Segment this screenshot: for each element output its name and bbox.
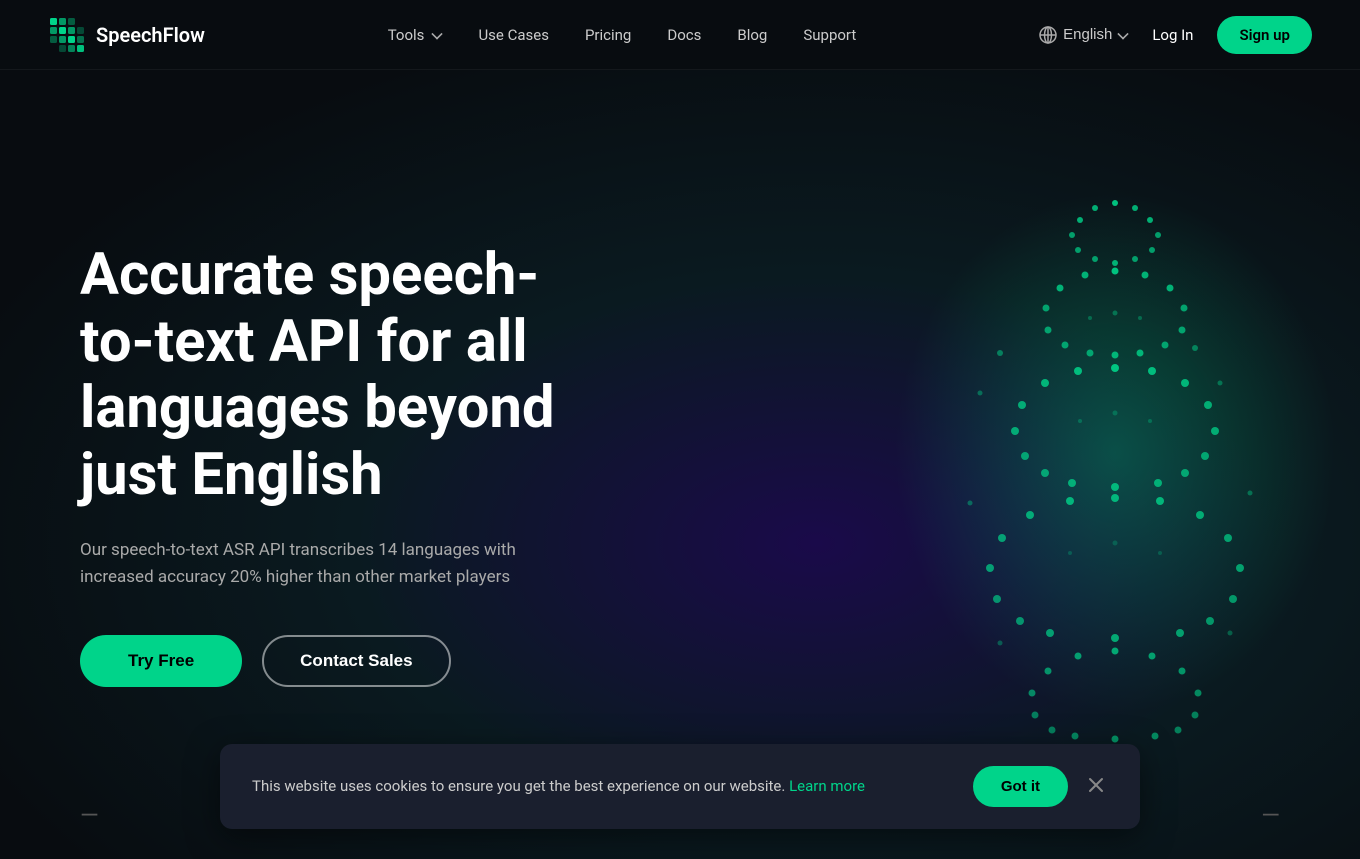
- learn-more-link[interactable]: Learn more: [789, 777, 865, 795]
- globe-icon: [1039, 26, 1057, 44]
- language-chevron-icon: [1118, 28, 1129, 39]
- spiral-dots-illustration: [840, 153, 1360, 753]
- hero-visual: [840, 153, 1360, 753]
- contact-sales-button[interactable]: Contact Sales: [262, 635, 450, 687]
- language-selector[interactable]: English: [1039, 26, 1128, 44]
- try-free-button[interactable]: Try Free: [80, 635, 242, 687]
- nav-docs[interactable]: Docs: [667, 26, 701, 44]
- nav-blog[interactable]: Blog: [737, 26, 767, 44]
- hero-buttons: Try Free Contact Sales: [80, 635, 580, 687]
- hero-title: Accurate speech-to-text API for all lang…: [80, 242, 580, 509]
- nav-support[interactable]: Support: [803, 26, 856, 44]
- close-icon: [1088, 777, 1104, 793]
- nav-links: Tools Use Cases Pricing Docs Blog Suppor…: [388, 26, 857, 44]
- chevron-down-icon: [432, 28, 443, 39]
- cookie-actions: Got it: [973, 766, 1108, 807]
- nav-tools[interactable]: Tools: [388, 26, 443, 44]
- cookie-text: This website uses cookies to ensure you …: [252, 775, 865, 798]
- hero-section: Accurate speech-to-text API for all lang…: [0, 70, 1360, 859]
- nav-right: English Log In Sign up: [1039, 16, 1312, 54]
- scroll-right-indicator: —: [1261, 801, 1280, 829]
- logo-text: SpeechFlow: [96, 23, 205, 47]
- signup-button[interactable]: Sign up: [1217, 16, 1312, 54]
- logo-icon: [48, 16, 86, 54]
- hero-subtitle: Our speech-to-text ASR API transcribes 1…: [80, 537, 580, 591]
- got-it-button[interactable]: Got it: [973, 766, 1068, 807]
- cookie-banner: This website uses cookies to ensure you …: [220, 744, 1140, 829]
- login-button[interactable]: Log In: [1152, 26, 1193, 44]
- hero-content: Accurate speech-to-text API for all lang…: [0, 162, 660, 767]
- logo-link[interactable]: SpeechFlow: [48, 16, 205, 54]
- scroll-left-indicator: —: [80, 801, 99, 829]
- navbar: SpeechFlow Tools Use Cases Pricing Docs …: [0, 0, 1360, 70]
- nav-pricing[interactable]: Pricing: [585, 26, 631, 44]
- nav-use-cases[interactable]: Use Cases: [478, 26, 549, 44]
- close-cookie-button[interactable]: [1084, 773, 1108, 801]
